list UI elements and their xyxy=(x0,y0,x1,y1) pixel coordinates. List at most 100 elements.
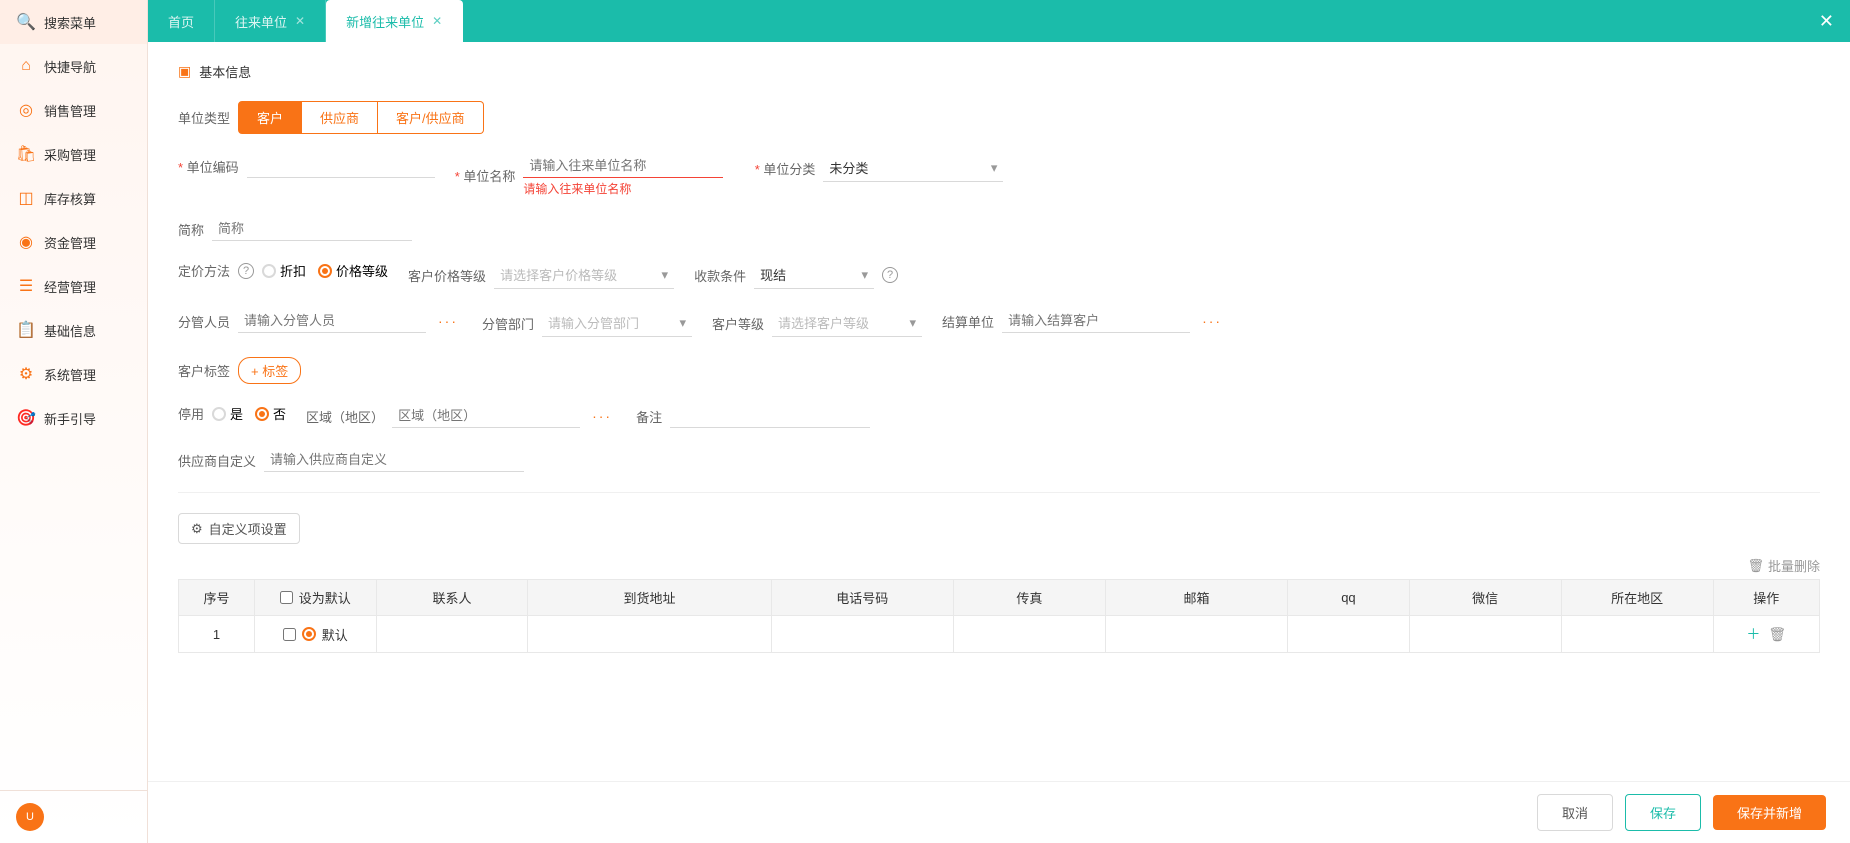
operations-icon: ☰ xyxy=(16,276,36,296)
tab-partners[interactable]: 往来单位 ✕ xyxy=(215,0,326,42)
unit-category-value: 未分类 xyxy=(829,158,868,177)
delete-row-button[interactable]: 🗑 xyxy=(1768,626,1786,643)
custom-settings-button[interactable]: ⚙ 自定义项设置 xyxy=(178,513,300,544)
sidebar-item-quicknav[interactable]: ⌂ 快捷导航 xyxy=(0,44,147,88)
tags-row: 客户标签 + 标签 xyxy=(178,357,1820,384)
section-icon: ▣ xyxy=(178,63,191,80)
tab-bar-close-button[interactable]: ✕ xyxy=(1803,11,1850,32)
pricing-method-label: 定价方法 xyxy=(178,261,230,280)
disabled-yes-circle xyxy=(212,407,226,421)
cell-action: ＋ 🗑 xyxy=(1713,616,1819,653)
custom-settings-label: 自定义项设置 xyxy=(209,519,287,538)
manager-more-icon[interactable]: ··· xyxy=(434,313,462,329)
disabled-yes-label: 是 xyxy=(230,404,243,423)
col-header-phone: 电话号码 xyxy=(771,580,953,616)
avatar: U xyxy=(16,803,44,831)
customer-level-select[interactable]: 请选择客户等级 ▾ xyxy=(772,309,922,337)
home-icon: ⌂ xyxy=(16,56,36,76)
manager-input[interactable] xyxy=(238,309,426,333)
sidebar-label-guide: 新手引导 xyxy=(44,409,96,428)
remark-input[interactable] xyxy=(670,404,870,428)
unit-name-error: 请输入往来单位名称 xyxy=(523,180,723,197)
close-partners-icon[interactable]: ✕ xyxy=(295,14,305,28)
region-field: 区域（地区） ··· xyxy=(306,404,616,428)
sidebar-label-quicknav: 快捷导航 xyxy=(44,57,96,76)
cancel-button[interactable]: 取消 xyxy=(1537,794,1613,831)
sidebar-item-inventory[interactable]: ◫ 库存核算 xyxy=(0,176,147,220)
unit-code-field: 单位编码 000009 xyxy=(178,154,435,178)
pricing-radio-level[interactable]: 价格等级 xyxy=(318,261,388,280)
default-radio-circle[interactable] xyxy=(302,627,316,641)
supplier-custom-input[interactable] xyxy=(264,448,524,472)
tab-new-partner-label: 新增往来单位 xyxy=(346,12,424,31)
department-select[interactable]: 请输入分管部门 ▾ xyxy=(542,309,692,337)
batch-delete-label: 批量删除 xyxy=(1768,556,1820,575)
region-input[interactable] xyxy=(392,404,580,428)
sidebar-item-system[interactable]: ⚙ 系统管理 xyxy=(0,352,147,396)
disabled-no-label: 否 xyxy=(273,404,286,423)
pricing-radio-discount[interactable]: 折扣 xyxy=(262,261,306,280)
supplier-custom-label: 供应商自定义 xyxy=(178,451,256,470)
save-button[interactable]: 保存 xyxy=(1625,794,1701,831)
sidebar-label-sales: 销售管理 xyxy=(44,101,96,120)
region-more-icon[interactable]: ··· xyxy=(588,408,616,424)
unit-name-input[interactable] xyxy=(523,154,723,178)
customer-price-level-select[interactable]: 请选择客户价格等级 ▾ xyxy=(494,261,674,289)
unit-code-input[interactable]: 000009 xyxy=(247,154,435,178)
settlement-unit-more-icon[interactable]: ··· xyxy=(1198,313,1226,329)
sidebar-label-inventory: 库存核算 xyxy=(44,189,96,208)
sidebar-item-purchase[interactable]: 🛍 采购管理 xyxy=(0,132,147,176)
pricing-row: 定价方法 ? 折扣 价格等级 客户价格等级 请选择客户价格等级 xyxy=(178,261,1820,289)
manager-row: 分管人员 ··· 分管部门 请输入分管部门 ▾ 客户等级 请选择客户等级 ▾ 结… xyxy=(178,309,1820,337)
pricing-help-icon[interactable]: ? xyxy=(238,263,254,279)
add-row-button[interactable]: ＋ xyxy=(1746,624,1760,644)
sidebar-item-search[interactable]: 🔍 搜索菜单 xyxy=(0,0,147,44)
sidebar-item-finance[interactable]: ◉ 资金管理 xyxy=(0,220,147,264)
col-header-address: 到货地址 xyxy=(528,580,771,616)
cell-phone xyxy=(771,616,953,653)
payment-terms-help-icon[interactable]: ? xyxy=(882,267,898,283)
disabled-radio-yes[interactable]: 是 xyxy=(212,404,243,423)
btn-supplier[interactable]: 供应商 xyxy=(302,101,378,134)
btn-customer[interactable]: 客户 xyxy=(238,101,302,134)
table-body: 1 默认 xyxy=(179,616,1820,653)
finance-icon: ◉ xyxy=(16,232,36,252)
sidebar-item-sales[interactable]: ◎ 销售管理 xyxy=(0,88,147,132)
btn-both[interactable]: 客户/供应商 xyxy=(378,101,484,134)
settlement-unit-input[interactable] xyxy=(1002,309,1190,333)
form-content: ▣ 基本信息 单位类型 客户 供应商 客户/供应商 单位编码 000009 单位… xyxy=(148,42,1850,781)
customer-level-placeholder: 请选择客户等级 xyxy=(778,313,869,332)
close-new-partner-icon[interactable]: ✕ xyxy=(432,14,442,28)
sidebar-item-guide[interactable]: 🎯 新手引导 xyxy=(0,396,147,440)
save-new-button[interactable]: 保存并新增 xyxy=(1713,795,1826,830)
cell-default: 默认 xyxy=(254,616,376,653)
table-row: 1 默认 xyxy=(179,616,1820,653)
col-header-contact: 联系人 xyxy=(376,580,528,616)
row-checkbox[interactable] xyxy=(283,628,296,641)
department-chevron-icon: ▾ xyxy=(680,315,687,331)
batch-delete-button[interactable]: 🗑 批量删除 xyxy=(1747,556,1820,575)
basic-icon: 📋 xyxy=(16,320,36,340)
batch-area: 🗑 批量删除 xyxy=(178,556,1820,575)
customer-level-label: 客户等级 xyxy=(712,314,764,333)
pricing-level-circle xyxy=(318,264,332,278)
sidebar-item-basic[interactable]: 📋 基础信息 xyxy=(0,308,147,352)
department-field: 分管部门 请输入分管部门 ▾ xyxy=(482,309,692,337)
sidebar-item-operations[interactable]: ☰ 经营管理 xyxy=(0,264,147,308)
tab-home[interactable]: 首页 xyxy=(148,0,215,42)
disabled-radio-no[interactable]: 否 xyxy=(255,404,286,423)
payment-terms-select[interactable]: 现结 ▾ xyxy=(754,261,874,289)
unit-category-field: 单位分类 未分类 ▾ xyxy=(755,154,1035,182)
batch-delete-icon: 🗑 xyxy=(1747,558,1764,574)
pricing-discount-circle xyxy=(262,264,276,278)
remark-field: 备注 xyxy=(636,404,896,428)
add-tag-button[interactable]: + 标签 xyxy=(238,357,301,384)
section-header: ▣ 基本信息 xyxy=(178,62,1820,81)
short-name-field: 简称 xyxy=(178,217,412,241)
supplier-custom-field: 供应商自定义 xyxy=(178,448,524,472)
unit-category-select[interactable]: 未分类 ▾ xyxy=(823,154,1003,182)
short-name-input[interactable] xyxy=(212,217,412,241)
tab-new-partner[interactable]: 新增往来单位 ✕ xyxy=(326,0,463,42)
select-all-checkbox[interactable] xyxy=(280,591,293,604)
main-area: 首页 往来单位 ✕ 新增往来单位 ✕ ✕ ▣ 基本信息 单位类型 客户 供应商 xyxy=(148,0,1850,843)
